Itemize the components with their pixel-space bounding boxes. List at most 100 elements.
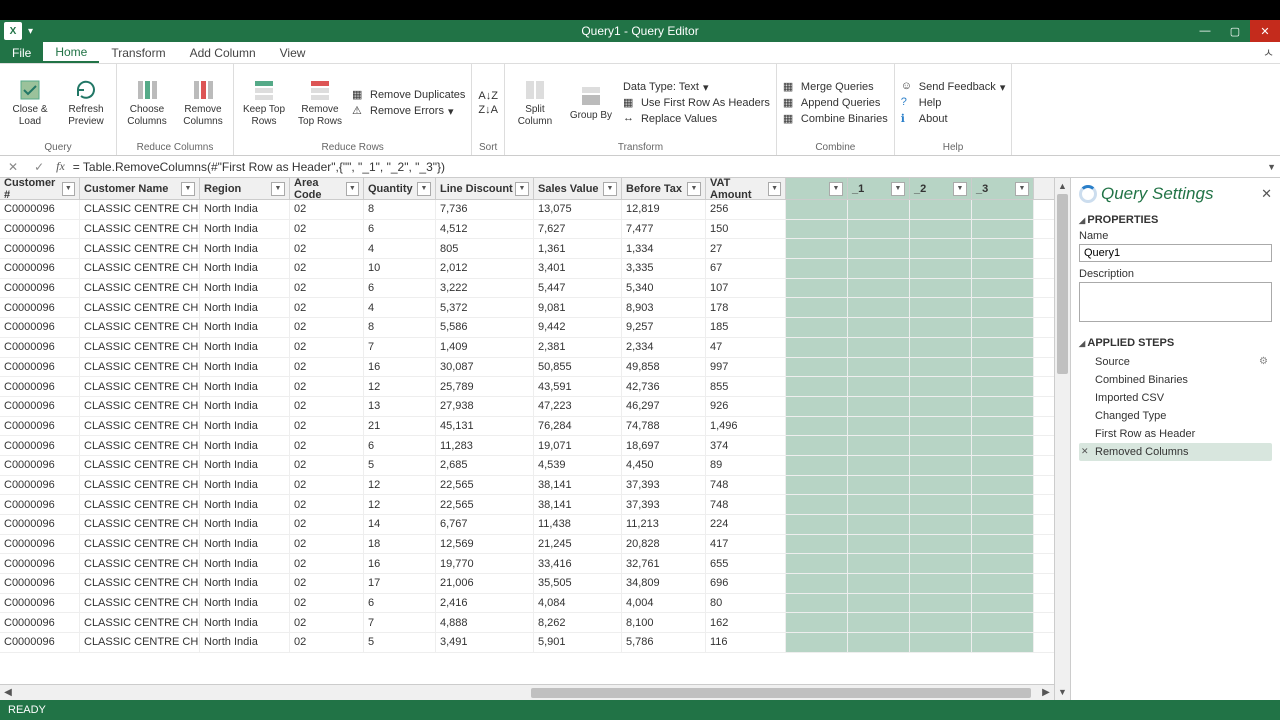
- table-cell[interactable]: North India: [200, 377, 290, 396]
- table-cell[interactable]: [972, 220, 1034, 239]
- table-cell[interactable]: [910, 535, 972, 554]
- table-cell[interactable]: [972, 259, 1034, 278]
- table-cell[interactable]: 25,789: [436, 377, 534, 396]
- table-cell[interactable]: 3,401: [534, 259, 622, 278]
- table-cell[interactable]: 4,512: [436, 220, 534, 239]
- table-cell[interactable]: North India: [200, 259, 290, 278]
- table-cell[interactable]: [972, 417, 1034, 436]
- table-cell[interactable]: 02: [290, 535, 364, 554]
- table-row[interactable]: C0000096CLASSIC CENTRE CHDNorth India021…: [0, 358, 1054, 378]
- table-cell[interactable]: 50,855: [534, 358, 622, 377]
- table-cell[interactable]: 13,075: [534, 200, 622, 219]
- table-cell[interactable]: CLASSIC CENTRE CHD: [80, 417, 200, 436]
- table-cell[interactable]: 37,393: [622, 495, 706, 514]
- table-cell[interactable]: 3,335: [622, 259, 706, 278]
- table-cell[interactable]: 17: [364, 574, 436, 593]
- table-cell[interactable]: C0000096: [0, 377, 80, 396]
- table-row[interactable]: C0000096CLASSIC CENTRE CHDNorth India026…: [0, 279, 1054, 299]
- table-cell[interactable]: [910, 476, 972, 495]
- table-cell[interactable]: 38,141: [534, 495, 622, 514]
- table-cell[interactable]: North India: [200, 495, 290, 514]
- table-cell[interactable]: 4,084: [534, 594, 622, 613]
- table-cell[interactable]: 02: [290, 220, 364, 239]
- table-cell[interactable]: 9,442: [534, 318, 622, 337]
- table-cell[interactable]: North India: [200, 456, 290, 475]
- table-cell[interactable]: 2,381: [534, 338, 622, 357]
- first-row-headers-button[interactable]: ▦Use First Row As Headers: [623, 96, 770, 110]
- filter-icon[interactable]: ▼: [181, 182, 195, 196]
- table-cell[interactable]: 14: [364, 515, 436, 534]
- table-cell[interactable]: 926: [706, 397, 786, 416]
- table-cell[interactable]: C0000096: [0, 436, 80, 455]
- table-cell[interactable]: 185: [706, 318, 786, 337]
- table-cell[interactable]: [848, 239, 910, 258]
- filter-icon[interactable]: ▼: [829, 182, 843, 196]
- help-button[interactable]: ?Help: [901, 96, 1006, 110]
- data-type-button[interactable]: Data Type: Text ▾: [623, 81, 770, 94]
- table-row[interactable]: C0000096CLASSIC CENTRE CHDNorth India027…: [0, 338, 1054, 358]
- table-row[interactable]: C0000096CLASSIC CENTRE CHDNorth India026…: [0, 220, 1054, 240]
- filter-icon[interactable]: ▼: [953, 182, 967, 196]
- filter-icon[interactable]: ▼: [515, 182, 529, 196]
- formula-input[interactable]: = Table.RemoveColumns(#"First Row as Hea…: [73, 160, 1276, 174]
- table-cell[interactable]: CLASSIC CENTRE CHD: [80, 476, 200, 495]
- table-row[interactable]: C0000096CLASSIC CENTRE CHDNorth India021…: [0, 259, 1054, 279]
- table-cell[interactable]: 12: [364, 476, 436, 495]
- filter-icon[interactable]: ▼: [346, 182, 359, 196]
- table-cell[interactable]: [848, 397, 910, 416]
- table-cell[interactable]: [972, 397, 1034, 416]
- table-cell[interactable]: [848, 220, 910, 239]
- table-cell[interactable]: 02: [290, 377, 364, 396]
- table-cell[interactable]: 43,591: [534, 377, 622, 396]
- table-cell[interactable]: [910, 338, 972, 357]
- table-cell[interactable]: [786, 318, 848, 337]
- table-cell[interactable]: CLASSIC CENTRE CHD: [80, 318, 200, 337]
- table-cell[interactable]: North India: [200, 279, 290, 298]
- scroll-left-icon[interactable]: ◀: [0, 687, 16, 698]
- table-cell[interactable]: CLASSIC CENTRE CHD: [80, 200, 200, 219]
- table-cell[interactable]: 8: [364, 318, 436, 337]
- gear-icon[interactable]: ⚙: [1259, 356, 1268, 367]
- vscroll-thumb[interactable]: [1057, 194, 1068, 374]
- table-cell[interactable]: CLASSIC CENTRE CHD: [80, 515, 200, 534]
- table-cell[interactable]: 855: [706, 377, 786, 396]
- table-cell[interactable]: 12: [364, 377, 436, 396]
- applied-step[interactable]: Removed Columns✕: [1079, 443, 1272, 461]
- table-cell[interactable]: CLASSIC CENTRE CHD: [80, 338, 200, 357]
- append-queries-button[interactable]: ▦Append Queries: [783, 96, 888, 110]
- table-cell[interactable]: CLASSIC CENTRE CHD: [80, 298, 200, 317]
- table-cell[interactable]: [910, 594, 972, 613]
- table-cell[interactable]: C0000096: [0, 515, 80, 534]
- table-cell[interactable]: [786, 436, 848, 455]
- table-cell[interactable]: C0000096: [0, 613, 80, 632]
- table-cell[interactable]: [972, 535, 1034, 554]
- scroll-up-icon[interactable]: ▲: [1055, 178, 1070, 194]
- table-cell[interactable]: C0000096: [0, 220, 80, 239]
- merge-queries-button[interactable]: ▦Merge Queries: [783, 80, 888, 94]
- table-cell[interactable]: 30,087: [436, 358, 534, 377]
- table-cell[interactable]: 22,565: [436, 495, 534, 514]
- table-cell[interactable]: 1,496: [706, 417, 786, 436]
- table-cell[interactable]: C0000096: [0, 456, 80, 475]
- table-cell[interactable]: 80: [706, 594, 786, 613]
- scroll-down-icon[interactable]: ▼: [1055, 684, 1070, 700]
- table-cell[interactable]: [786, 515, 848, 534]
- close-settings-button[interactable]: ✕: [1261, 186, 1272, 202]
- table-cell[interactable]: [910, 298, 972, 317]
- table-cell[interactable]: [972, 495, 1034, 514]
- table-cell[interactable]: C0000096: [0, 279, 80, 298]
- close-and-load-button[interactable]: Close & Load: [6, 78, 54, 128]
- table-cell[interactable]: North India: [200, 633, 290, 652]
- formula-cancel-button[interactable]: ✕: [4, 160, 22, 174]
- table-row[interactable]: C0000096CLASSIC CENTRE CHDNorth India026…: [0, 436, 1054, 456]
- table-cell[interactable]: 748: [706, 476, 786, 495]
- table-cell[interactable]: [848, 298, 910, 317]
- table-cell[interactable]: 4,004: [622, 594, 706, 613]
- table-cell[interactable]: [786, 338, 848, 357]
- table-cell[interactable]: 150: [706, 220, 786, 239]
- table-cell[interactable]: 5,586: [436, 318, 534, 337]
- formula-accept-button[interactable]: ✓: [30, 160, 48, 174]
- table-cell[interactable]: [786, 613, 848, 632]
- table-cell[interactable]: 02: [290, 594, 364, 613]
- table-cell[interactable]: [786, 554, 848, 573]
